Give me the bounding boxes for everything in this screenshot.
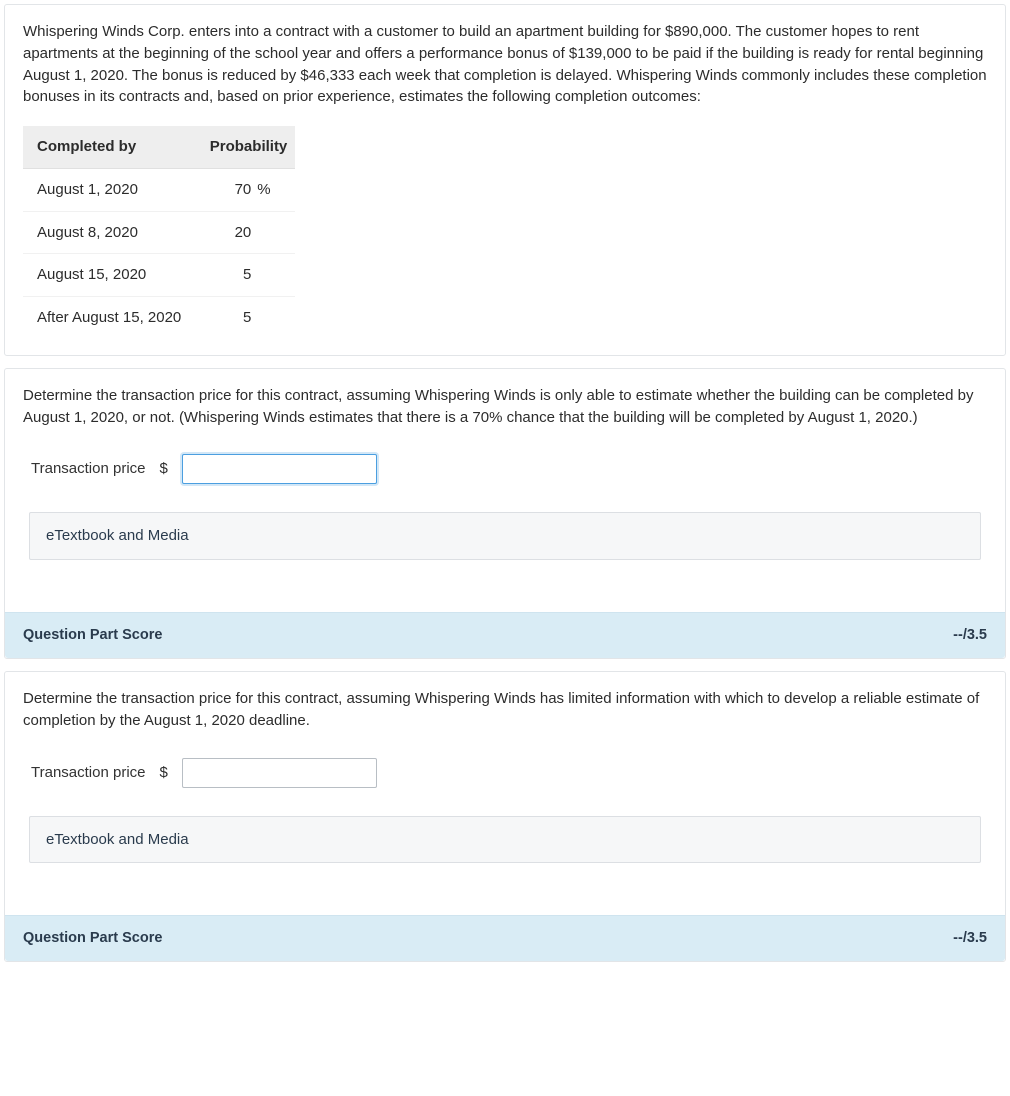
part2-prompt: Determine the transaction price for this… [23, 688, 987, 754]
row-value: 20 [195, 211, 295, 254]
etextbook-media-button[interactable]: eTextbook and Media [29, 512, 981, 560]
transaction-price-input-1[interactable] [182, 454, 377, 484]
question-part-1: Determine the transaction price for this… [4, 368, 1006, 659]
row-label: August 8, 2020 [23, 211, 195, 254]
part2-input-row: Transaction price $ [23, 754, 987, 816]
probability-table: Completed by Probability August 1, 2020 … [23, 126, 295, 339]
row-label: August 15, 2020 [23, 254, 195, 297]
score-bar: Question Part Score --/3.5 [5, 915, 1005, 961]
transaction-price-input-2[interactable] [182, 758, 377, 788]
part1-prompt: Determine the transaction price for this… [23, 385, 987, 451]
part2-input-label: Transaction price [31, 762, 146, 784]
table-row: After August 15, 2020 5 [23, 297, 295, 339]
score-label: Question Part Score [23, 625, 162, 646]
table-row: August 8, 2020 20 [23, 211, 295, 254]
intro-card: Whispering Winds Corp. enters into a con… [4, 4, 1006, 356]
col-header-completed-by: Completed by [23, 126, 195, 168]
score-value: --/3.5 [953, 625, 987, 646]
table-row: August 15, 2020 5 [23, 254, 295, 297]
currency-symbol: $ [160, 458, 168, 480]
table-row: August 1, 2020 70% [23, 168, 295, 211]
row-label: August 1, 2020 [23, 168, 195, 211]
row-value: 5 [195, 297, 295, 339]
etextbook-media-button[interactable]: eTextbook and Media [29, 816, 981, 864]
row-label: After August 15, 2020 [23, 297, 195, 339]
intro-text: Whispering Winds Corp. enters into a con… [23, 21, 987, 108]
score-bar: Question Part Score --/3.5 [5, 612, 1005, 658]
part1-input-row: Transaction price $ [23, 450, 987, 512]
row-value: 5 [195, 254, 295, 297]
score-value: --/3.5 [953, 928, 987, 949]
col-header-probability: Probability [195, 126, 295, 168]
score-label: Question Part Score [23, 928, 162, 949]
part1-input-label: Transaction price [31, 458, 146, 480]
currency-symbol: $ [160, 762, 168, 784]
row-value: 70% [195, 168, 295, 211]
question-part-2: Determine the transaction price for this… [4, 671, 1006, 962]
